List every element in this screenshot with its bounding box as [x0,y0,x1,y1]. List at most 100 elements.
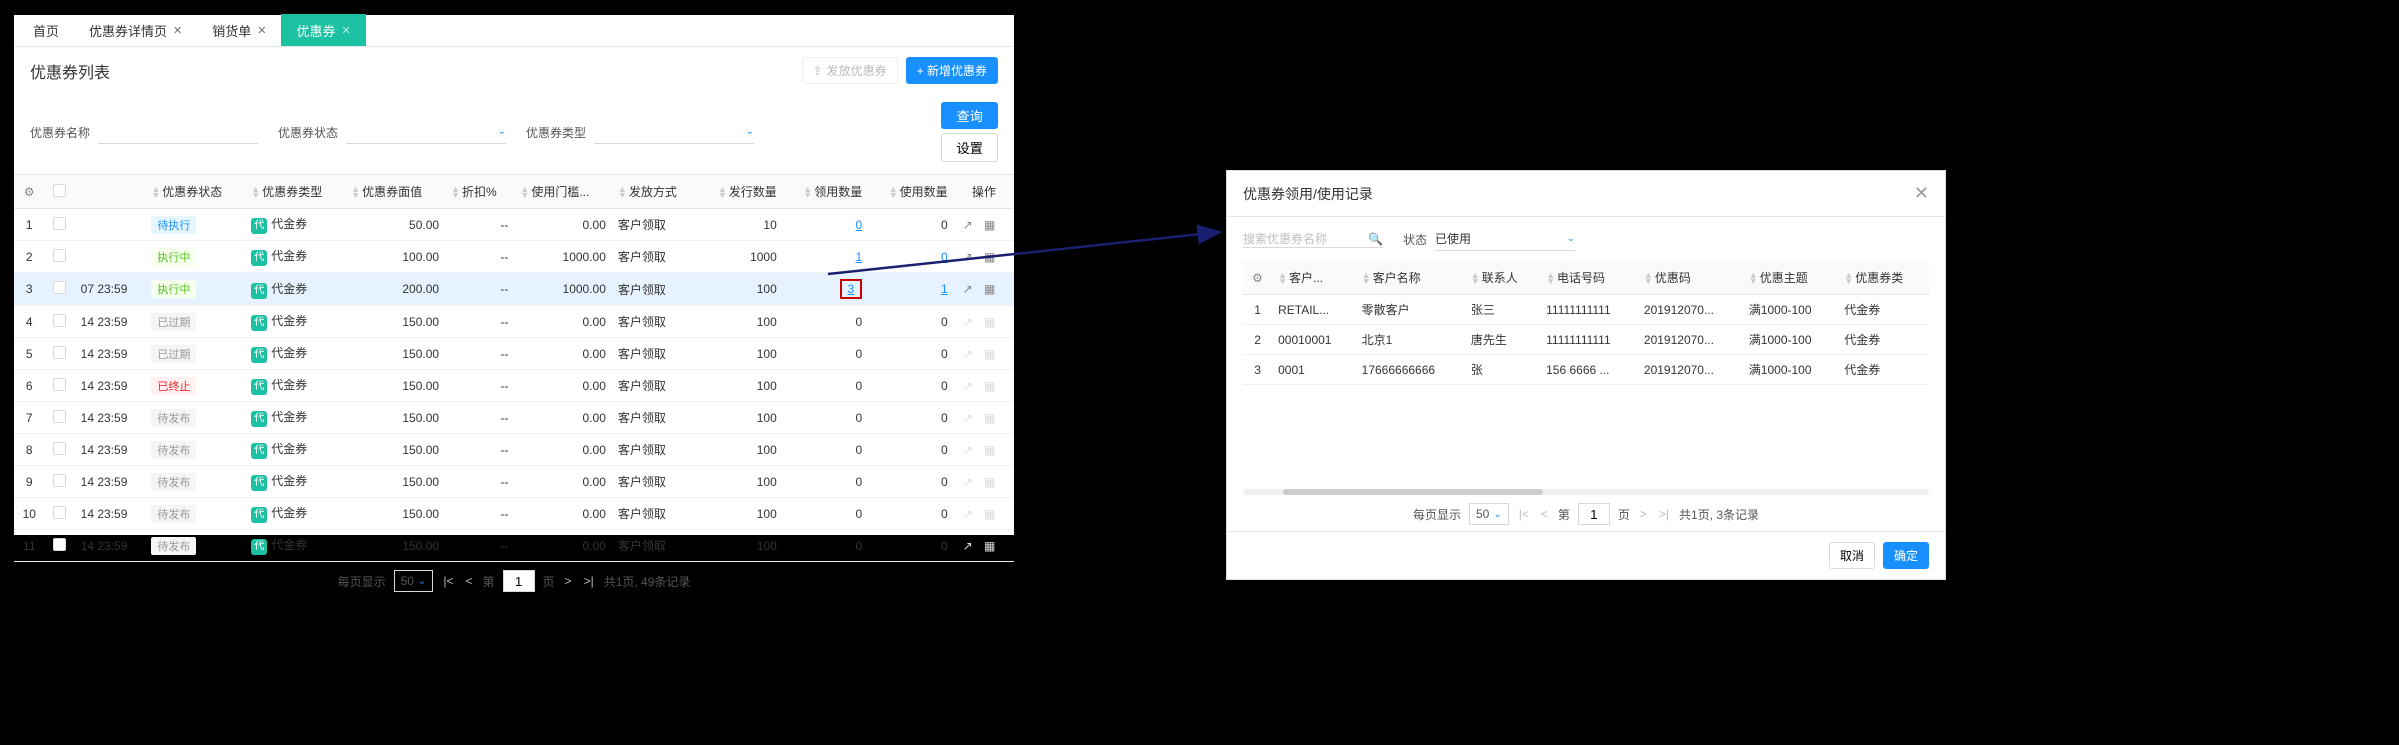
col-coupon-code[interactable]: ▲▼优惠码 [1638,261,1743,295]
last-page-icon[interactable]: >| [1657,507,1671,521]
qrcode-icon: ▦ [982,378,998,394]
discount: -- [445,273,514,306]
face-value: 150.00 [345,402,445,434]
page-input[interactable] [1578,503,1610,525]
distribute-coupon-button[interactable]: ⇪发放优惠券 [802,57,898,84]
tab-coupon[interactable]: 优惠券✕ [281,14,365,46]
used-count-link[interactable]: 1 [941,282,948,296]
tab-sales[interactable]: 销货单✕ [197,14,281,46]
table-row[interactable]: 2 00010001 北京1 唐先生 11111111111 201912070… [1243,325,1929,355]
col-cust-code[interactable]: ▲▼客户... [1272,261,1356,295]
prev-page-icon[interactable]: < [464,574,475,588]
col-coupon-type[interactable]: ▲▼优惠券类 [1838,261,1929,295]
page-input[interactable] [503,570,535,592]
row-checkbox[interactable] [53,442,66,455]
qrcode-icon[interactable]: ▦ [982,281,998,297]
claimed-count-link[interactable]: 1 [856,250,863,264]
qrcode-icon[interactable]: ▦ [982,249,998,265]
next-page-icon[interactable]: > [563,574,574,588]
search-button[interactable]: 查询 [941,102,998,129]
table-row[interactable]: 9 14 23:59 待发布 代代金券 150.00 -- 0.00 客户领取 … [14,466,1014,498]
table-row[interactable]: 4 14 23:59 已过期 代代金券 150.00 -- 0.00 客户领取 … [14,306,1014,338]
discount: -- [445,498,514,530]
table-row[interactable]: 1 待执行 代代金券 50.00 -- 0.00 客户领取 10 0 0 ↗▦ [14,209,1014,241]
col-threshold[interactable]: ▲▼使用门槛... [514,175,611,209]
row-checkbox[interactable] [53,346,66,359]
coupon-status-select[interactable]: ⌄ [346,120,506,144]
per-page-select[interactable]: 50⌄ [394,570,434,592]
col-cust-name[interactable]: ▲▼客户名称 [1356,261,1465,295]
last-page-icon[interactable]: >| [582,574,596,588]
row-checkbox[interactable] [53,538,66,551]
settings-button[interactable]: 设置 [941,133,998,162]
first-page-icon[interactable]: |< [1517,507,1531,521]
close-icon[interactable]: ✕ [173,24,182,37]
col-issued[interactable]: ▲▼发行数量 [697,175,782,209]
coupon-name-input[interactable] [98,120,258,144]
table-row[interactable]: 11 14 23:59 待发布 代代金券 150.00 -- 0.00 客户领取… [14,530,1014,562]
next-page-icon[interactable]: > [1638,507,1649,521]
row-checkbox[interactable] [53,506,66,519]
table-row[interactable]: 7 14 23:59 待发布 代代金券 150.00 -- 0.00 客户领取 … [14,402,1014,434]
tab-detail[interactable]: 优惠券详情页✕ [74,14,197,46]
table-row[interactable]: 1 RETAIL... 零散客户 张三 11111111111 20191207… [1243,295,1929,325]
coupon-table: ⚙ ▲▼优惠券状态 ▲▼优惠券类型 ▲▼优惠券面值 ▲▼折扣% ▲▼使用门槛..… [14,174,1014,562]
table-row[interactable]: 2 执行中 代代金券 100.00 -- 1000.00 客户领取 1000 1… [14,241,1014,273]
claimed-count-link[interactable]: 0 [856,218,863,232]
horizontal-scrollbar[interactable] [1243,489,1929,495]
col-discount[interactable]: ▲▼折扣% [445,175,514,209]
row-checkbox[interactable] [53,474,66,487]
open-icon[interactable]: ↗ [960,281,976,297]
gear-icon[interactable]: ⚙ [1252,271,1263,285]
tab-home[interactable]: 首页 [18,14,74,46]
sort-icon: ▲▼ [151,187,160,198]
open-icon[interactable]: ↗ [960,217,976,233]
open-icon: ↗ [960,442,976,458]
prev-page-icon[interactable]: < [1539,507,1550,521]
gear-icon[interactable]: ⚙ [24,185,35,199]
row-checkbox[interactable] [53,410,66,423]
first-page-icon[interactable]: |< [441,574,455,588]
row-checkbox[interactable] [53,217,66,230]
search-box[interactable]: 搜索优惠券名称 🔍 [1243,230,1383,248]
cancel-button[interactable]: 取消 [1829,542,1875,569]
search-icon[interactable]: 🔍 [1368,232,1383,246]
coupon-type-select[interactable]: ⌄ [594,120,754,144]
close-icon[interactable]: ✕ [1914,183,1929,204]
col-dist[interactable]: ▲▼发放方式 [612,175,697,209]
phone: 11111111111 [1540,295,1638,325]
table-row[interactable]: 3 0001 17666666666 张 156 6666 ... 201912… [1243,355,1929,385]
select-all-checkbox[interactable] [53,184,66,197]
row-checkbox[interactable] [53,281,66,294]
distribution: 客户领取 [612,241,697,273]
row-checkbox[interactable] [53,249,66,262]
modal-status-select[interactable]: 已使用⌄ [1435,227,1575,251]
search-input[interactable]: 搜索优惠券名称 [1243,230,1364,247]
col-status[interactable]: ▲▼优惠券状态 [145,175,245,209]
used-count-link[interactable]: 0 [941,250,948,264]
col-used[interactable]: ▲▼使用数量 [868,175,953,209]
close-icon[interactable]: ✕ [342,24,351,37]
coupon-type: 代金券 [271,442,307,456]
col-phone[interactable]: ▲▼电话号码 [1540,261,1638,295]
row-checkbox[interactable] [53,314,66,327]
table-row[interactable]: 5 14 23:59 已过期 代代金券 150.00 -- 0.00 客户领取 … [14,338,1014,370]
row-checkbox[interactable] [53,378,66,391]
confirm-button[interactable]: 确定 [1883,542,1929,569]
table-row[interactable]: 3 07 23:59 执行中 代代金券 200.00 -- 1000.00 客户… [14,273,1014,306]
open-icon[interactable]: ↗ [960,249,976,265]
row-time: 14 23:59 [75,434,146,466]
table-row[interactable]: 6 14 23:59 已终止 代代金券 150.00 -- 0.00 客户领取 … [14,370,1014,402]
col-claimed[interactable]: ▲▼领用数量 [783,175,868,209]
col-subject[interactable]: ▲▼优惠主题 [1743,261,1838,295]
col-face[interactable]: ▲▼优惠券面值 [345,175,445,209]
close-icon[interactable]: ✕ [257,24,266,37]
qrcode-icon[interactable]: ▦ [982,217,998,233]
claimed-count-link[interactable]: 3 [840,279,863,299]
col-contact[interactable]: ▲▼联系人 [1465,261,1540,295]
per-page-select[interactable]: 50⌄ [1469,503,1509,525]
add-coupon-button[interactable]: 新增优惠券 [906,57,998,84]
table-row[interactable]: 8 14 23:59 待发布 代代金券 150.00 -- 0.00 客户领取 … [14,434,1014,466]
col-type[interactable]: ▲▼优惠券类型 [245,175,345,209]
table-row[interactable]: 10 14 23:59 待发布 代代金券 150.00 -- 0.00 客户领取… [14,498,1014,530]
